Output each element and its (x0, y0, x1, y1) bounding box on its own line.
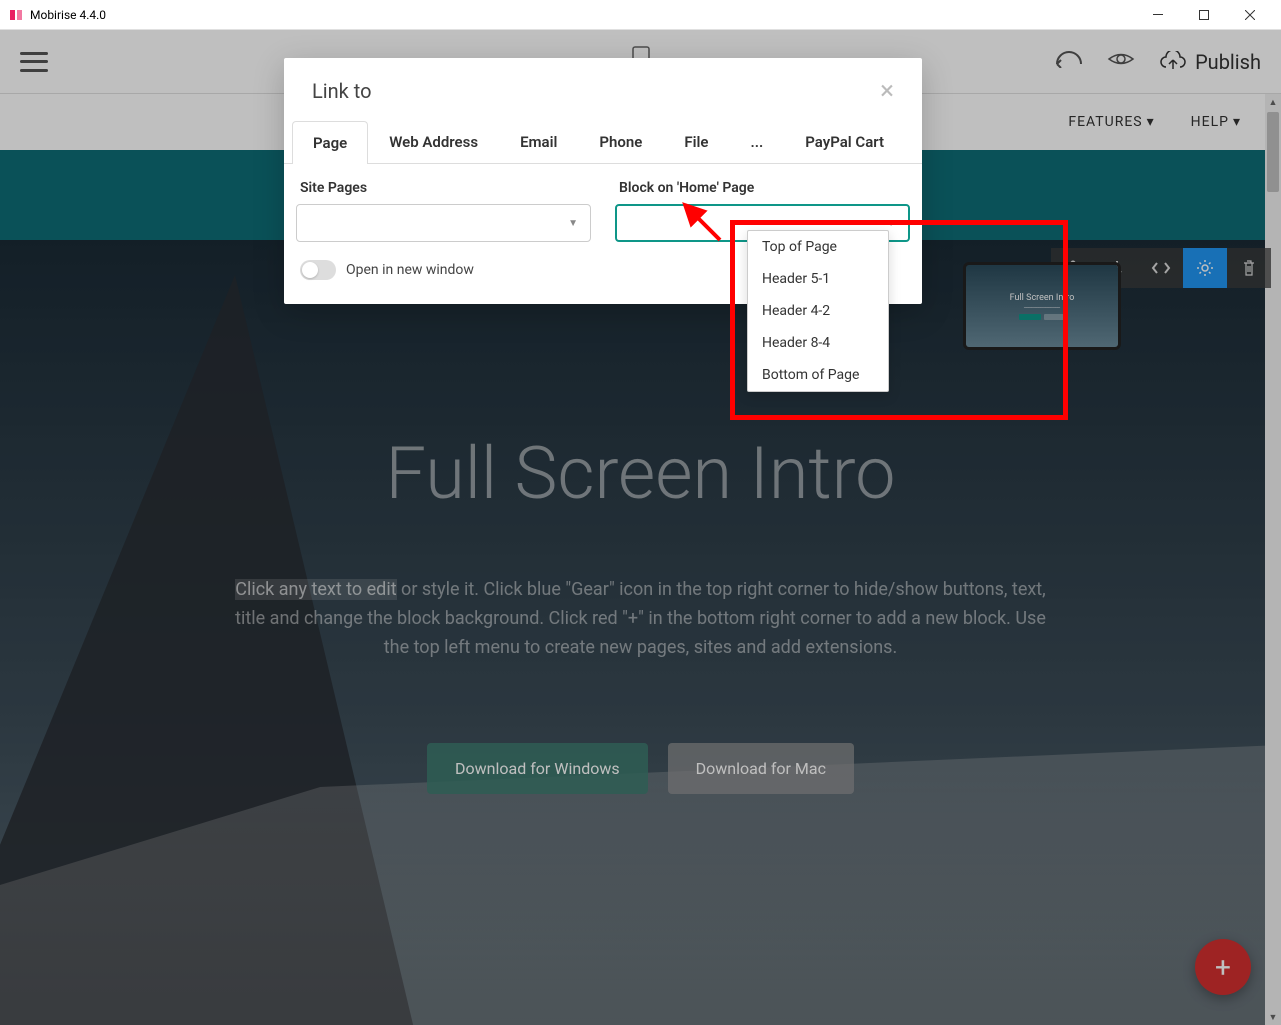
app-icon (8, 7, 24, 23)
minimize-button[interactable] (1135, 0, 1181, 30)
dropdown-item-header-8-4[interactable]: Header 8-4 (748, 327, 888, 359)
close-button[interactable] (1227, 0, 1273, 30)
open-new-window-label: Open in new window (346, 262, 474, 278)
dropdown-item-bottom[interactable]: Bottom of Page (748, 359, 888, 391)
dropdown-item-header-4-2[interactable]: Header 4-2 (748, 295, 888, 327)
open-new-window-toggle[interactable] (300, 260, 336, 280)
tab-phone[interactable]: Phone (578, 120, 663, 163)
maximize-button[interactable] (1181, 0, 1227, 30)
window-title: Mobirise 4.4.0 (30, 8, 106, 22)
modal-title: Link to (312, 79, 372, 103)
dropdown-item-top[interactable]: Top of Page (748, 231, 888, 263)
tab-page[interactable]: Page (292, 121, 368, 164)
tab-more[interactable]: ... (729, 120, 784, 163)
block-dropdown-list: Top of Page Header 5-1 Header 4-2 Header… (747, 230, 889, 392)
window-titlebar: Mobirise 4.4.0 (0, 0, 1281, 30)
dropdown-item-header-5-1[interactable]: Header 5-1 (748, 263, 888, 295)
chevron-down-icon: ▼ (886, 218, 896, 229)
tab-email[interactable]: Email (499, 120, 578, 163)
block-on-page-label: Block on 'Home' Page (615, 180, 910, 196)
tab-file[interactable]: File (663, 120, 729, 163)
modal-tabs: Page Web Address Email Phone File ... Pa… (284, 106, 922, 164)
chevron-down-icon: ▼ (568, 218, 578, 229)
tab-paypal-cart[interactable]: PayPal Cart (784, 120, 905, 163)
tab-web-address[interactable]: Web Address (368, 120, 499, 163)
modal-close-icon[interactable]: × (880, 76, 894, 106)
site-pages-label: Site Pages (296, 180, 591, 196)
site-pages-dropdown[interactable]: ▼ (296, 204, 591, 242)
